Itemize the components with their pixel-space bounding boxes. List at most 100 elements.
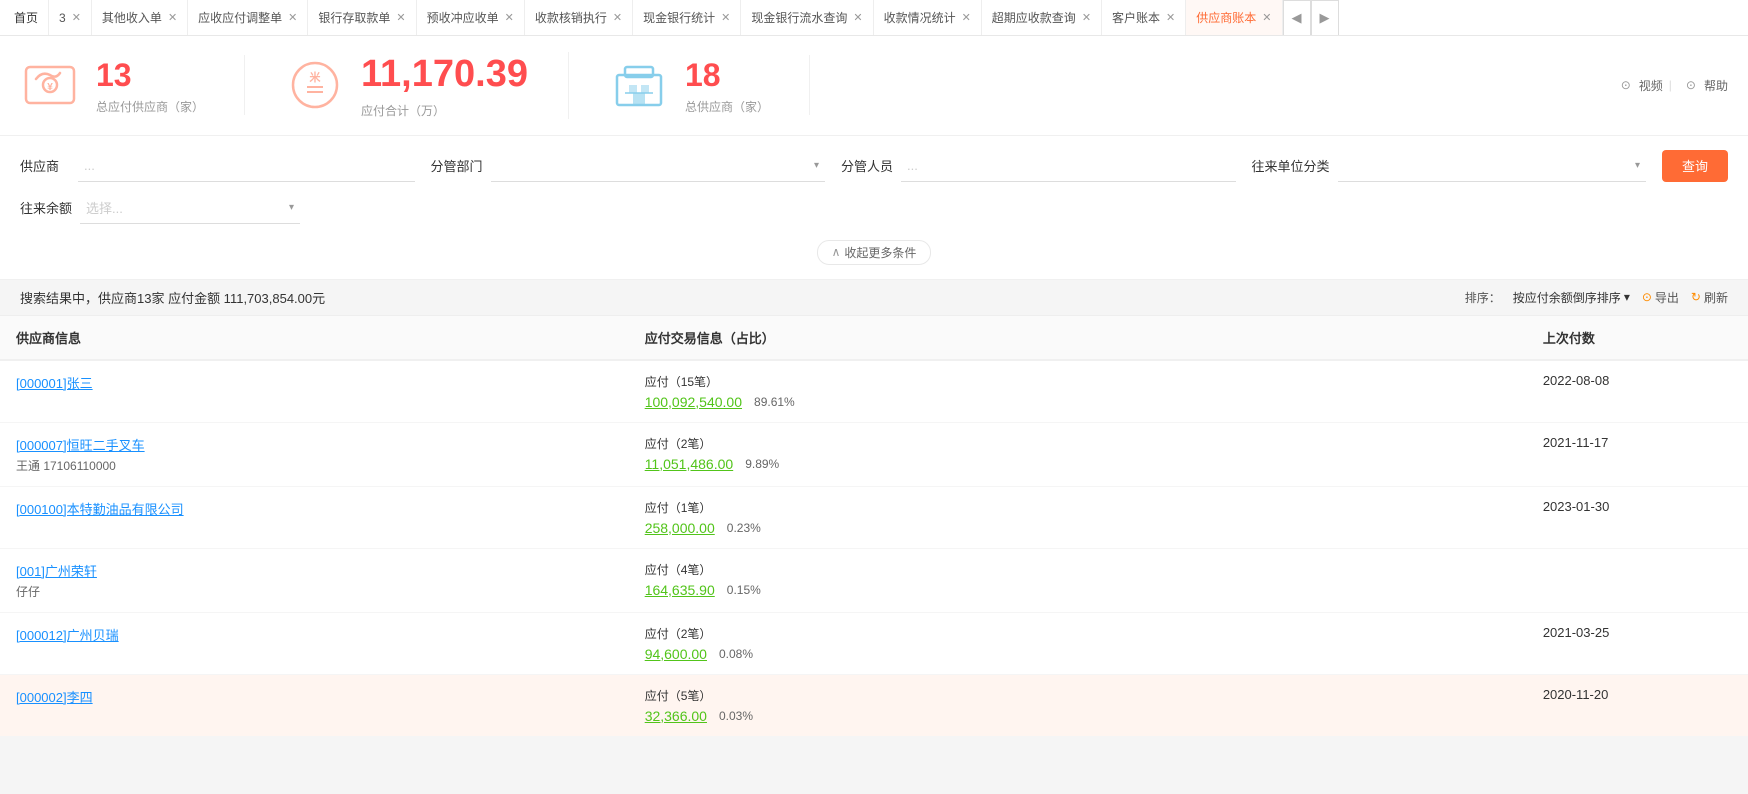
nav-tab-cash-bank-flow[interactable]: 现金银行流水查询 ✕	[741, 0, 873, 36]
filter-row-2: 往来余额 选择... ▾	[20, 192, 1728, 224]
nav-tab-cash-bank-stat[interactable]: 现金银行统计 ✕	[633, 0, 741, 36]
filter-row-1: 供应商 ... 分管部门 ▾ 分管人员 ... 往来单位分类 ▾ 查询	[20, 150, 1728, 182]
close-icon[interactable]: ✕	[1166, 11, 1175, 24]
nav-tab-supplier-ledger[interactable]: 供应商账本 ✕	[1186, 0, 1282, 36]
nav-tab-prepay[interactable]: 预收冲应收单 ✕	[417, 0, 525, 36]
sort-dropdown-arrow: ▾	[1624, 290, 1630, 304]
transaction-amount[interactable]: 32,366.00	[645, 708, 707, 724]
table-row: [000012]广州贝瑞应付（2笔）94,600.000.08%2021-03-…	[0, 612, 1748, 674]
balance-select[interactable]: 选择... ▾	[80, 192, 300, 224]
nav-prev-arrow[interactable]: ◀	[1283, 0, 1311, 36]
transaction-count: 应付（15笔）	[645, 373, 1511, 390]
nav-tab-adjust[interactable]: 应收应付调整单 ✕	[188, 0, 308, 36]
transaction-amount[interactable]: 164,635.90	[645, 582, 715, 598]
payable-amount-label: 应付合计（万）	[361, 102, 528, 119]
result-bar: 搜索结果中，供应商13家 应付金额 111,703,854.00元 排序： 按应…	[0, 280, 1748, 316]
nav-tab-bank[interactable]: 银行存取款单 ✕	[308, 0, 416, 36]
close-icon[interactable]: ✕	[962, 11, 971, 24]
close-icon[interactable]: ✕	[505, 11, 514, 24]
col-transaction-info: 应付交易信息（占比）	[629, 316, 1527, 360]
last-payment-cell	[1527, 548, 1748, 612]
supplier-link[interactable]: [000001]张三	[16, 376, 93, 391]
balance-dropdown-arrow: ▾	[289, 202, 294, 213]
stat-payable-suppliers: ¥ 13 总应付供应商（家）	[20, 55, 245, 115]
person-input[interactable]: ...	[901, 150, 1235, 182]
transaction-percent: 9.89%	[745, 457, 779, 471]
nav-tab-other-income[interactable]: 其他收入单 ✕	[92, 0, 188, 36]
supplier-link[interactable]: [000012]广州贝瑞	[16, 628, 119, 643]
transaction-amount[interactable]: 94,600.00	[645, 646, 707, 662]
filter-section: 供应商 ... 分管部门 ▾ 分管人员 ... 往来单位分类 ▾ 查询	[0, 136, 1748, 280]
close-icon[interactable]: ✕	[72, 11, 81, 24]
category-select[interactable]: ▾	[1338, 150, 1646, 182]
video-link[interactable]: 视频	[1639, 77, 1663, 94]
filter-supplier: 供应商 ...	[20, 150, 415, 182]
category-dropdown-arrow: ▾	[1635, 160, 1640, 171]
collapse-arrow-icon: ∧	[832, 245, 841, 259]
dept-label: 分管部门	[431, 156, 483, 175]
supplier-link[interactable]: [000007]恒旺二手叉车	[16, 438, 145, 453]
data-table: 供应商信息 应付交易信息（占比） 上次付数 [000001]张三 应付（15笔） 1…	[0, 316, 1748, 737]
refresh-button[interactable]: ↻ 刷新	[1691, 289, 1728, 306]
query-button[interactable]: 查询	[1662, 150, 1728, 182]
close-icon[interactable]: ✕	[853, 11, 862, 24]
filter-balance: 往来余额 选择... ▾	[20, 192, 300, 224]
export-button[interactable]: ⊙ 导出	[1642, 289, 1679, 306]
payable-amount-icon: 米	[285, 55, 345, 115]
dept-select[interactable]: ▾	[491, 150, 825, 182]
transaction-amount[interactable]: 11,051,486.00	[645, 456, 734, 472]
filter-person: 分管人员 ...	[841, 150, 1236, 182]
balance-placeholder: 选择...	[86, 198, 123, 217]
close-icon[interactable]: ✕	[1262, 11, 1271, 24]
col-supplier-info: 供应商信息	[0, 316, 629, 360]
transaction-percent: 0.08%	[719, 647, 753, 661]
sort-label: 排序：	[1465, 289, 1501, 306]
svg-text:¥: ¥	[47, 82, 53, 93]
nav-tab-home[interactable]: 首页	[4, 0, 49, 36]
transaction-info-cell: 应付（5笔）32,366.000.03%	[629, 674, 1527, 736]
transaction-info-cell: 应付（2笔） 11,051,486.00 9.89%	[629, 422, 1527, 486]
transaction-count: 应付（2笔）	[645, 435, 1511, 452]
supplier-info-cell: [000007]恒旺二手叉车王通 17106110000	[0, 422, 629, 486]
transaction-amount[interactable]: 258,000.00	[645, 520, 715, 536]
nav-tab-collection-stat[interactable]: 收款情况统计 ✕	[874, 0, 982, 36]
help-link[interactable]: 帮助	[1704, 77, 1728, 94]
category-label: 往来单位分类	[1252, 156, 1330, 175]
transaction-percent: 0.15%	[727, 583, 761, 597]
close-icon[interactable]: ✕	[168, 11, 177, 24]
person-label: 分管人员	[841, 156, 893, 175]
nav-next-arrow[interactable]: ▶	[1311, 0, 1339, 36]
transaction-info-cell: 应付（15笔）100,092,540.0089.61%	[629, 360, 1527, 423]
transaction-count: 应付（4笔）	[645, 561, 1511, 578]
nav-tab-3[interactable]: 3 ✕	[49, 0, 92, 36]
close-icon[interactable]: ✕	[288, 11, 297, 24]
supplier-link[interactable]: [000002]李四	[16, 690, 93, 705]
supplier-input[interactable]: ...	[78, 150, 415, 182]
supplier-label: 供应商	[20, 156, 70, 175]
collapse-button[interactable]: ∧ 收起更多条件	[817, 240, 932, 265]
transaction-amount[interactable]: 100,092,540.00	[645, 394, 742, 410]
close-icon[interactable]: ✕	[721, 11, 730, 24]
close-icon[interactable]: ✕	[396, 11, 405, 24]
supplier-info-cell: [000001]张三	[0, 360, 629, 423]
result-info: 搜索结果中，供应商13家 应付金额 111,703,854.00元	[20, 288, 325, 307]
stats-header: ¥ 13 总应付供应商（家） 米 11,170.39 应付合计（万）	[0, 36, 1748, 136]
nav-tab-overdue[interactable]: 超期应收款查询 ✕	[982, 0, 1102, 36]
close-icon[interactable]: ✕	[1082, 11, 1091, 24]
supplier-link[interactable]: [001]广州荣轩	[16, 564, 97, 579]
nav-tab-collection[interactable]: 收款核销执行 ✕	[525, 0, 633, 36]
col-last-payment: 上次付数	[1527, 316, 1748, 360]
dept-dropdown-arrow: ▾	[814, 160, 819, 171]
last-payment-cell: 2020-11-20	[1527, 674, 1748, 736]
total-suppliers-label: 总供应商（家）	[685, 98, 769, 115]
table-row: [001]广州荣轩仔仔 应付（4笔） 164,635.90 0.15%	[0, 548, 1748, 612]
close-icon[interactable]: ✕	[613, 11, 622, 24]
supplier-link[interactable]: [000100]本特勤油品有限公司	[16, 502, 184, 517]
transaction-count: 应付（1笔）	[645, 499, 1511, 516]
transaction-count: 应付（5笔）	[645, 687, 1511, 704]
nav-tab-customer-ledger[interactable]: 客户账本 ✕	[1102, 0, 1186, 36]
actions-divider: |	[1669, 78, 1672, 92]
supplier-sub: 仔仔	[16, 583, 613, 600]
svg-text:米: 米	[309, 70, 322, 84]
sort-value[interactable]: 按应付余额倒序排序 ▾	[1513, 289, 1630, 306]
